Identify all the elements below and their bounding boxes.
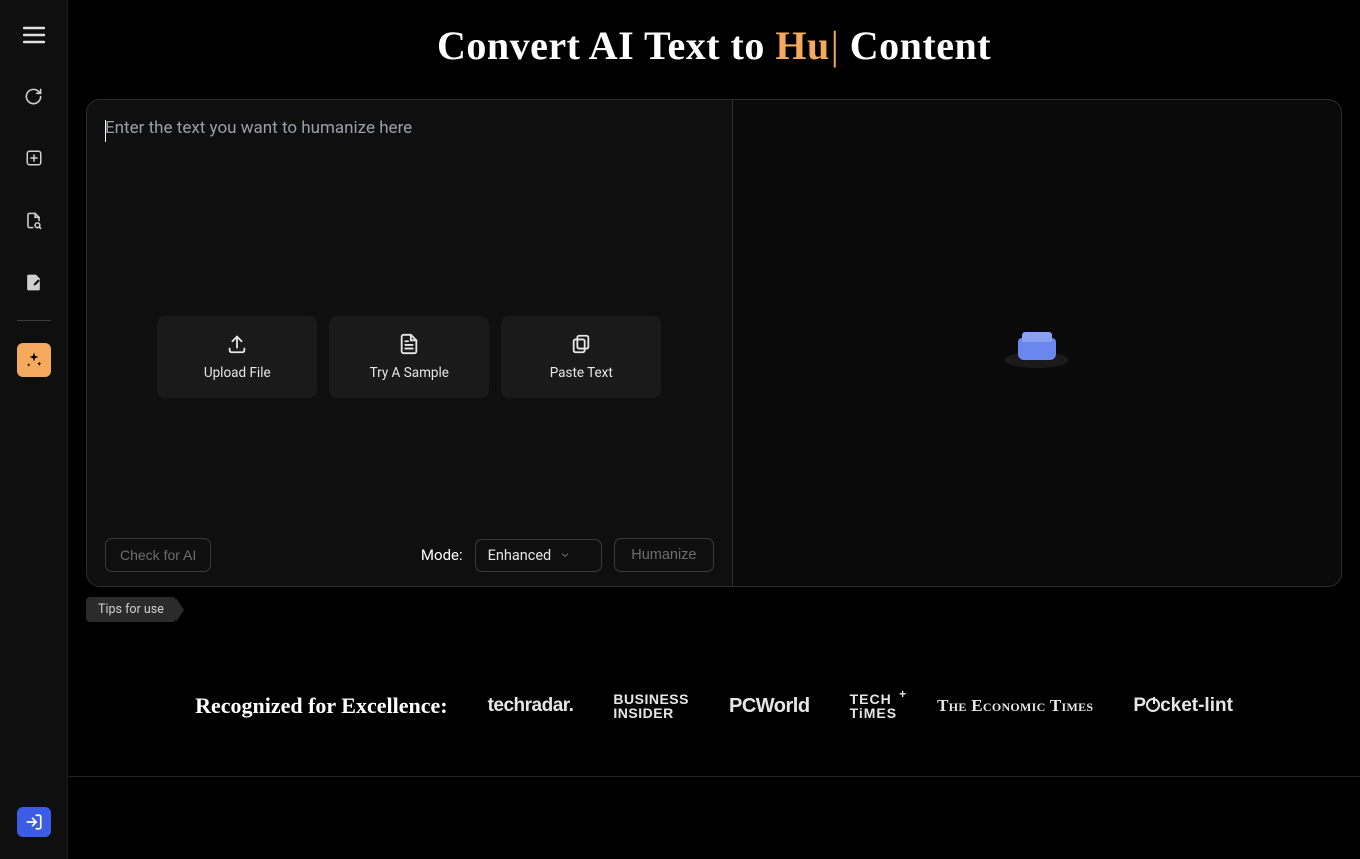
logo-pocketlint: Pcket-lint — [1133, 695, 1233, 717]
logo-techtimes: TECH+ TiMES — [850, 692, 898, 720]
editor-panel: Enter the text you want to humanize here… — [86, 99, 1342, 587]
upload-file-button[interactable]: Upload File — [157, 316, 317, 398]
upload-label: Upload File — [204, 365, 271, 381]
upload-icon — [226, 333, 248, 355]
sidebar-item-humanize-active[interactable] — [17, 343, 51, 377]
logo-pcworld: PCWorld — [729, 695, 810, 718]
edit-doc-icon — [24, 273, 43, 292]
sidebar-item-edit-doc[interactable] — [18, 266, 50, 298]
logo-business-insider: BUSINESS INSIDER — [613, 692, 689, 720]
humanize-button[interactable]: Humanize — [614, 538, 713, 572]
logo-bi-line2: INSIDER — [613, 705, 673, 721]
title-caret: | — [831, 23, 840, 68]
sidebar-divider — [17, 320, 51, 321]
login-icon — [25, 813, 43, 831]
logo-tt-line2: TiMES — [850, 705, 898, 721]
text-input[interactable]: Enter the text you want to humanize here… — [105, 118, 714, 526]
sample-label: Try A Sample — [370, 365, 449, 381]
output-panel — [733, 100, 1342, 586]
try-sample-button[interactable]: Try A Sample — [329, 316, 489, 398]
logo-pl-rest: cket-lint — [1160, 695, 1233, 716]
tips-tag[interactable]: Tips for use — [86, 597, 176, 622]
paste-text-button[interactable]: Paste Text — [501, 316, 661, 398]
logo-economic-times: The Economic Times — [937, 696, 1093, 716]
search-doc-icon — [24, 211, 43, 230]
empty-state-icon — [1002, 318, 1072, 368]
main-content: Convert AI Text to Hu| Content Enter the… — [68, 0, 1360, 859]
check-ai-button[interactable]: Check for AI — [105, 538, 211, 572]
power-icon — [1146, 698, 1160, 712]
sidebar-item-add[interactable] — [18, 142, 50, 174]
title-prefix: Convert AI Text to — [437, 23, 775, 68]
login-button[interactable] — [17, 807, 51, 837]
chevron-down-icon — [559, 549, 571, 561]
logos-section: Recognized for Excellence: techradar. BU… — [68, 692, 1360, 720]
footer-divider — [68, 776, 1360, 777]
input-panel: Enter the text you want to humanize here… — [87, 100, 733, 586]
sidebar-item-refresh[interactable] — [18, 80, 50, 112]
logo-pl-p: P — [1133, 695, 1146, 716]
paste-label: Paste Text — [550, 365, 613, 381]
mode-value: Enhanced — [488, 547, 552, 564]
title-suffix: Content — [839, 23, 991, 68]
menu-toggle[interactable] — [17, 18, 51, 52]
input-placeholder: Enter the text you want to humanize here — [105, 118, 412, 138]
add-icon — [25, 149, 43, 167]
refresh-icon — [24, 87, 43, 106]
hamburger-icon — [23, 26, 45, 44]
recognized-label: Recognized for Excellence: — [195, 693, 448, 719]
file-text-icon — [398, 333, 420, 355]
mode-label: Mode: — [421, 546, 463, 564]
sparkle-icon — [25, 351, 43, 369]
logo-techradar: techradar. — [488, 695, 574, 717]
title-accent: Hu — [775, 23, 829, 68]
paste-icon — [570, 333, 592, 355]
page-title: Convert AI Text to Hu| Content — [68, 22, 1360, 69]
sidebar-item-search-doc[interactable] — [18, 204, 50, 236]
mode-select[interactable]: Enhanced — [475, 539, 603, 572]
sidebar — [0, 0, 68, 859]
tips-label: Tips for use — [98, 602, 164, 617]
